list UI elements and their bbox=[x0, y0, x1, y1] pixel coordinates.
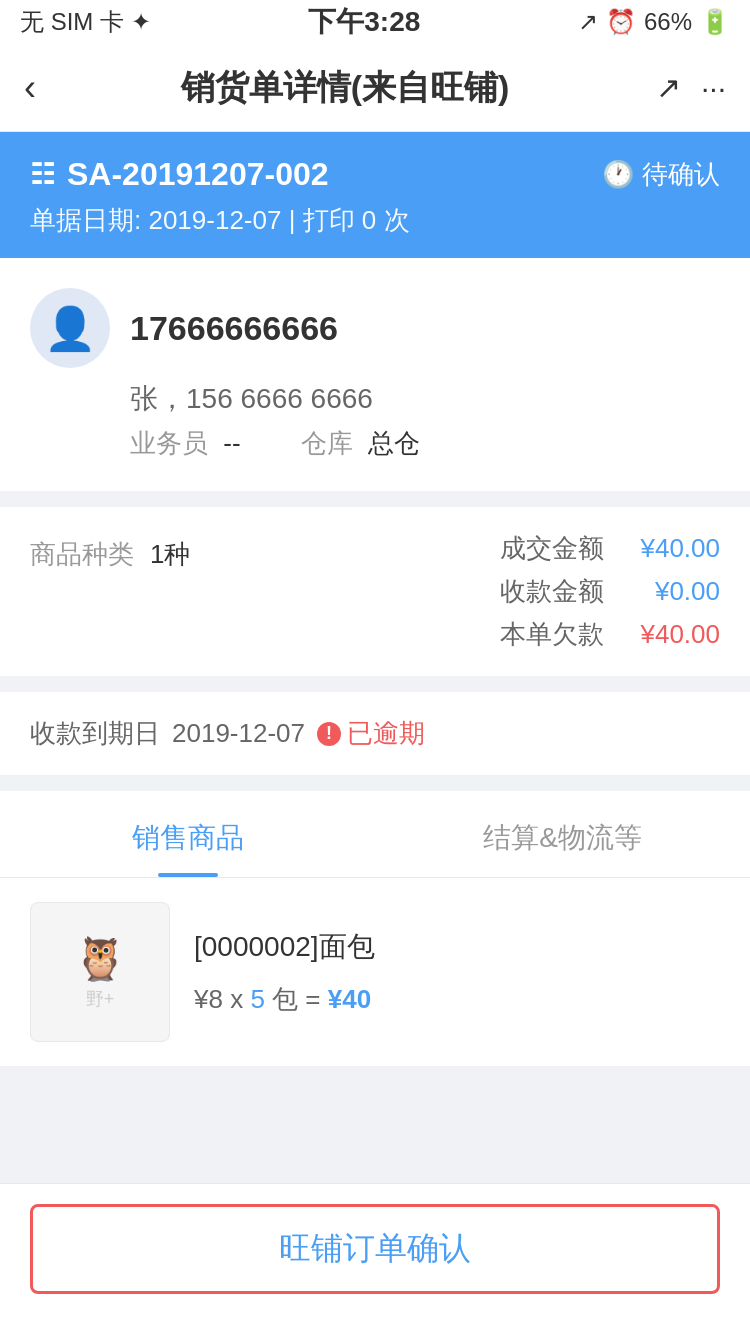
type-value: 1种 bbox=[150, 537, 190, 572]
tabs-section: 销售商品 结算&物流等 🦉 野+ [0000002]面包 ¥8 x 5 包 = bbox=[0, 791, 750, 1066]
bottom-area: 旺铺订单确认 bbox=[0, 1183, 750, 1334]
received-label: 收款金额 bbox=[500, 574, 604, 609]
customer-section: 👤 17666666666 张，156 6666 6666 业务员 -- 仓库 … bbox=[0, 258, 750, 491]
warehouse-meta: 仓库 总仓 bbox=[301, 426, 420, 461]
confirm-order-button[interactable]: 旺铺订单确认 bbox=[30, 1204, 720, 1294]
due-label: 收款到期日 bbox=[30, 716, 160, 751]
product-owl-icon: 🦉 bbox=[74, 934, 126, 983]
back-button[interactable]: ‹ bbox=[24, 67, 84, 109]
received-value: ¥0.00 bbox=[620, 576, 720, 607]
summary-left: 商品种类 1种 bbox=[30, 531, 190, 572]
status-bar: 无 SIM 卡 ✦ 下午3:28 ↗ ⏰ 66% 🔋 bbox=[0, 0, 750, 44]
share-icon[interactable]: ↗ bbox=[656, 70, 681, 105]
overdue-icon: ! bbox=[317, 722, 341, 746]
amount-row: 成交金额 ¥40.00 bbox=[500, 531, 720, 566]
order-header-top: ☷ SA-20191207-002 🕐 待确认 bbox=[30, 156, 720, 193]
order-status: 🕐 待确认 bbox=[602, 157, 720, 192]
customer-meta: 业务员 -- 仓库 总仓 bbox=[130, 426, 720, 461]
customer-row: 👤 17666666666 bbox=[30, 288, 720, 368]
product-info: [0000002]面包 ¥8 x 5 包 = ¥40 bbox=[194, 928, 720, 1017]
order-header: ☷ SA-20191207-002 🕐 待确认 单据日期: 2019-12-07… bbox=[0, 132, 750, 258]
product-image: 🦉 野+ bbox=[30, 902, 170, 1042]
sim-status: 无 SIM 卡 ✦ bbox=[20, 6, 151, 38]
overdue-badge: ! 已逾期 bbox=[317, 716, 425, 751]
product-name: [0000002]面包 bbox=[194, 928, 720, 966]
status-text: 待确认 bbox=[642, 157, 720, 192]
warehouse-label: 仓库 bbox=[301, 428, 353, 458]
type-label: 商品种类 bbox=[30, 537, 134, 572]
more-icon[interactable]: ··· bbox=[701, 71, 726, 105]
status-right: ↗ ⏰ 66% 🔋 bbox=[578, 8, 730, 36]
avatar-icon: 👤 bbox=[44, 304, 96, 353]
amount-value: ¥40.00 bbox=[620, 533, 720, 564]
order-icon: ☷ bbox=[30, 158, 55, 191]
product-qty: 5 bbox=[250, 984, 264, 1014]
summary-right: 成交金额 ¥40.00 收款金额 ¥0.00 本单欠款 ¥40.00 bbox=[500, 531, 720, 652]
order-date: 单据日期: 2019-12-07 | 打印 0 次 bbox=[30, 203, 720, 238]
due-section: 收款到期日 2019-12-07 ! 已逾期 bbox=[0, 692, 750, 775]
amount-label: 成交金额 bbox=[500, 531, 604, 566]
page-title: 销货单详情(来自旺铺) bbox=[84, 65, 606, 111]
battery-icon: 🔋 bbox=[700, 8, 730, 36]
location-icon: ↗ bbox=[578, 8, 598, 36]
sales-label: 业务员 bbox=[130, 428, 208, 458]
product-multiply: x bbox=[230, 984, 250, 1014]
product-item: 🦉 野+ [0000002]面包 ¥8 x 5 包 = ¥40 bbox=[30, 902, 720, 1042]
product-unit: 包 bbox=[272, 984, 298, 1014]
product-equals: = bbox=[305, 984, 327, 1014]
order-id-text: SA-20191207-002 bbox=[67, 156, 329, 193]
customer-phone: 17666666666 bbox=[130, 309, 338, 348]
sales-value: -- bbox=[223, 428, 240, 458]
battery-level: 66% bbox=[644, 8, 692, 36]
order-id: ☷ SA-20191207-002 bbox=[30, 156, 329, 193]
product-image-inner: 🦉 野+ bbox=[74, 934, 126, 1011]
status-left: 无 SIM 卡 ✦ bbox=[20, 6, 151, 38]
product-total: ¥40 bbox=[328, 984, 371, 1014]
product-section: 🦉 野+ [0000002]面包 ¥8 x 5 包 = ¥40 bbox=[0, 878, 750, 1066]
owed-value: ¥40.00 bbox=[620, 619, 720, 650]
tabs-header: 销售商品 结算&物流等 bbox=[0, 791, 750, 878]
customer-name: 张，156 6666 6666 bbox=[130, 380, 720, 418]
sales-meta: 业务员 -- bbox=[130, 426, 241, 461]
owed-label: 本单欠款 bbox=[500, 617, 604, 652]
tab-settlement[interactable]: 结算&物流等 bbox=[375, 791, 750, 877]
tab-sales-products[interactable]: 销售商品 bbox=[0, 791, 375, 877]
owed-row: 本单欠款 ¥40.00 bbox=[500, 617, 720, 652]
received-row: 收款金额 ¥0.00 bbox=[500, 574, 720, 609]
product-brand: 野+ bbox=[86, 987, 115, 1011]
nav-bar: ‹ 销货单详情(来自旺铺) ↗ ··· bbox=[0, 44, 750, 132]
warehouse-value: 总仓 bbox=[368, 428, 420, 458]
clock-icon: 🕐 bbox=[602, 159, 634, 190]
product-price-row: ¥8 x 5 包 = ¥40 bbox=[194, 982, 720, 1017]
summary-section: 商品种类 1种 成交金额 ¥40.00 收款金额 ¥0.00 本单欠款 ¥40.… bbox=[0, 507, 750, 676]
avatar: 👤 bbox=[30, 288, 110, 368]
product-price: ¥8 bbox=[194, 984, 223, 1014]
status-time: 下午3:28 bbox=[308, 3, 420, 41]
overdue-text: 已逾期 bbox=[347, 716, 425, 751]
nav-actions: ↗ ··· bbox=[606, 70, 726, 105]
alarm-icon: ⏰ bbox=[606, 8, 636, 36]
due-date: 2019-12-07 bbox=[172, 718, 305, 749]
